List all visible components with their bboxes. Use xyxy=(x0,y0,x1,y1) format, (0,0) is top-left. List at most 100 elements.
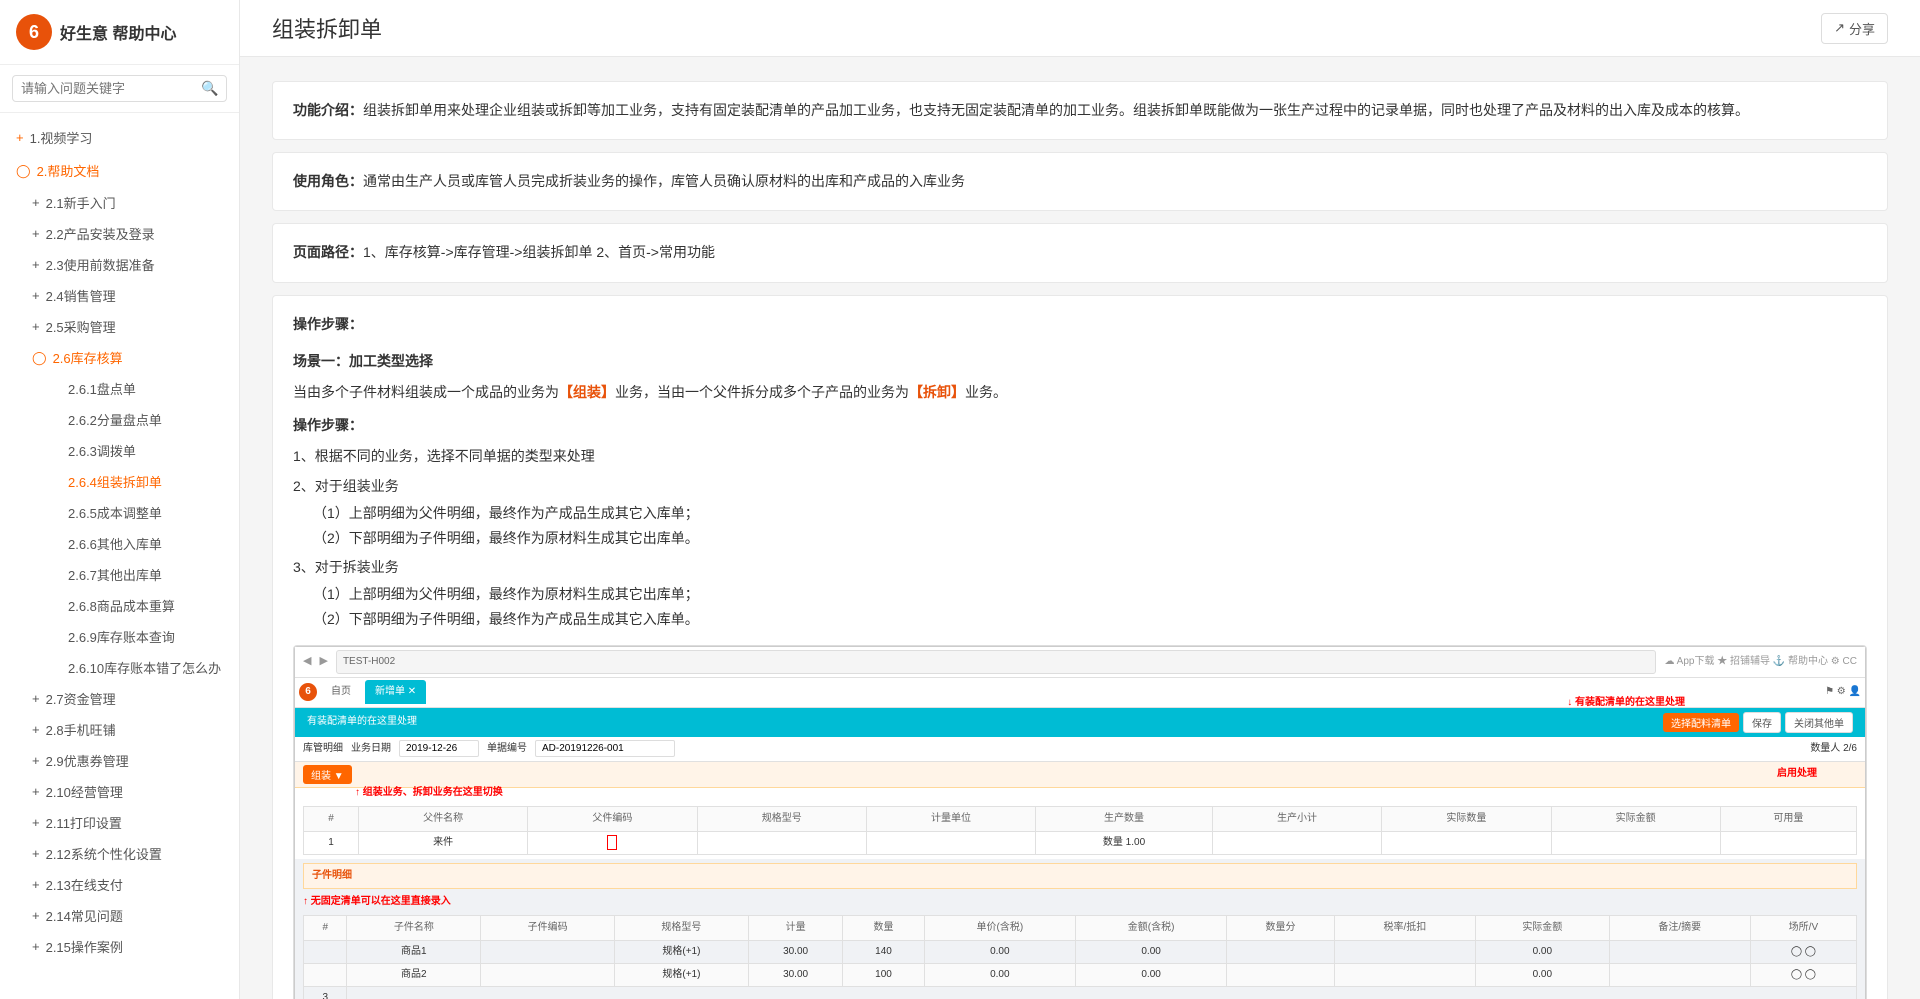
lower-section-header: 子件明细 xyxy=(303,863,1857,889)
sidebar-item-2-11[interactable]: + 2.11打印设置 xyxy=(16,807,239,838)
cell-spec xyxy=(697,831,866,854)
nav-sub-group-2: + 2.1新手入门 + 2.2产品安装及登录 + 2.3使用前数据准备 + 2.… xyxy=(0,187,239,962)
plus-icon-2-12: + xyxy=(32,846,40,861)
share-button[interactable]: ↗ 分享 xyxy=(1821,13,1888,44)
search-box: 🔍 xyxy=(12,75,227,102)
form-row-1: 库管明细 业务日期 单据编号 数量人 2/6 xyxy=(295,737,1865,762)
sidebar-item-2-6-6[interactable]: 2.6.6其他入库单 xyxy=(32,528,239,559)
col-unit: 计量单位 xyxy=(866,806,1035,831)
lr1-q2 xyxy=(1227,940,1335,963)
sidebar-item-2-4[interactable]: + 2.4销售管理 xyxy=(16,280,239,311)
tab-new[interactable]: 新增单 ✕ xyxy=(365,680,426,704)
path-label: 页面路径： xyxy=(293,244,363,260)
sidebar-item-2-6-7[interactable]: 2.6.7其他出库单 xyxy=(32,559,239,590)
cell-qty: 数量 1.00 xyxy=(1036,831,1213,854)
sidebar-item-2-15[interactable]: + 2.15操作案例 xyxy=(16,931,239,962)
lr2-spec: 规格(+1) xyxy=(615,963,749,986)
lr2-amt: 0.00 xyxy=(1075,963,1226,986)
intro-label: 功能介绍： xyxy=(293,102,363,118)
form-date-input[interactable] xyxy=(399,740,479,757)
sidebar-item-2-14[interactable]: + 2.14常见问题 xyxy=(16,900,239,931)
plus-icon-2-3: + xyxy=(32,257,40,272)
plus-icon-2-14: + xyxy=(32,908,40,923)
step3-sub: （1）上部明细为父件明细，最终作为原材料生成其它出库单； （2）下部明细为子件明… xyxy=(293,582,1867,632)
lr1-code xyxy=(481,940,615,963)
plus-icon-2-2: + xyxy=(32,226,40,241)
plus-icon-2-7: + xyxy=(32,691,40,706)
lcol-tax: 税率/抵扣 xyxy=(1334,915,1475,940)
minus-icon-2-6: ◯ xyxy=(32,350,47,366)
sidebar-item-2-6[interactable]: ◯ 2.6库存核算 xyxy=(16,342,239,373)
sidebar-item-2-6-3[interactable]: 2.6.3调拨单 xyxy=(32,435,239,466)
sidebar-item-2-5[interactable]: + 2.5采购管理 xyxy=(16,311,239,342)
sidebar-item-2-6-8[interactable]: 2.6.8商品成本重算 xyxy=(32,590,239,621)
select-material-btn[interactable]: 选择配料清单 xyxy=(1663,713,1739,732)
plus-icon-2-8: + xyxy=(32,722,40,737)
col-num: # xyxy=(304,806,359,831)
lr2-actual: 0.00 xyxy=(1475,963,1609,986)
table-row: 1 来件 数量 1.00 xyxy=(304,831,1857,854)
sidebar-item-2-6-1[interactable]: 2.6.1盘点单 xyxy=(32,373,239,404)
sidebar-item-2-6-9[interactable]: 2.6.9库存账本查询 xyxy=(32,621,239,652)
lower-table-wrapper: # 子件名称 子件编码 规格型号 计量 数量 单价(含税) 金额(含税) 数量分 xyxy=(295,915,1865,999)
form-order-label: 单据编号 xyxy=(487,740,527,758)
plus-icon: + xyxy=(16,130,24,145)
lr1-num xyxy=(304,940,347,963)
sidebar-item-2-12[interactable]: + 2.12系统个性化设置 xyxy=(16,838,239,869)
steps-card: 操作步骤： 场景一：加工类型选择 当由多个子件材料组装成一个成品的业务为【组装】… xyxy=(272,295,1888,999)
upper-table: # 父件名称 父件编码 规格型号 计量单位 生产数量 生产小计 实际数量 实际金… xyxy=(303,806,1857,855)
topbar: 组装拆卸单 ↗ 分享 xyxy=(240,0,1920,57)
lcol-name: 子件名称 xyxy=(347,915,481,940)
lcol-code: 子件编码 xyxy=(481,915,615,940)
subtype-btn[interactable]: 组装 ▼ xyxy=(303,765,352,784)
sidebar-item-2-2[interactable]: + 2.2产品安装及登录 xyxy=(16,218,239,249)
cell-name: 来件 xyxy=(358,831,527,854)
lower-row-2: 商品2 规格(+1) 30.00 100 0.00 0.00 xyxy=(304,963,1857,986)
lr1-name: 商品1 xyxy=(347,940,481,963)
lr2-code xyxy=(481,963,615,986)
close-other-btn[interactable]: 关闭其他单 xyxy=(1785,712,1853,733)
cell-code xyxy=(528,831,697,854)
sidebar-item-2-6-4[interactable]: 2.6.4组装拆卸单 xyxy=(32,466,239,497)
search-input[interactable] xyxy=(21,81,197,96)
lr2-unit: 30.00 xyxy=(748,963,843,986)
lr2-qty: 100 xyxy=(843,963,924,986)
lr2-q2 xyxy=(1227,963,1335,986)
sidebar-item-2-3[interactable]: + 2.3使用前数据准备 xyxy=(16,249,239,280)
sidebar-item-2-8[interactable]: + 2.8手机旺铺 xyxy=(16,714,239,745)
upper-table-area: # 父件名称 父件编码 规格型号 计量单位 生产数量 生产小计 实际数量 实际金… xyxy=(295,788,1865,859)
back-icon: ◀ xyxy=(303,652,311,672)
sidebar-item-2-1[interactable]: + 2.1新手入门 xyxy=(16,187,239,218)
sidebar-item-1[interactable]: + 1.视频学习 xyxy=(0,121,239,154)
plus-icon-2-4: + xyxy=(32,288,40,303)
content-area: 功能介绍：组装拆卸单用来处理企业组装或拆卸等加工业务，支持有固定装配清单的产品加… xyxy=(240,57,1920,999)
path-text: 1、库存核算->库存管理->组装拆卸单 2、首页->常用功能 xyxy=(363,244,715,260)
step2-sub: （1）上部明细为父件明细，最终作为产成品生成其它入库单； （2）下部明细为子件明… xyxy=(293,501,1867,551)
form-order-input[interactable] xyxy=(535,740,675,757)
teal-banner-wrapper: 有装配清单的在这里处理 选择配料清单 保存 关闭其他单 ↓ 有装配清单的在这里处… xyxy=(295,708,1865,737)
col-avail: 可用量 xyxy=(1720,806,1856,831)
cell-unit xyxy=(866,831,1035,854)
sidebar-item-2[interactable]: ◯ 2.帮助文档 xyxy=(0,154,239,187)
lr1-amt: 0.00 xyxy=(1075,940,1226,963)
col-parent-code: 父件编码 xyxy=(528,806,697,831)
annotation-subtype: ↑ 组装业务、拆卸业务在这里切换 xyxy=(355,784,503,802)
lcol-qty: 数量 xyxy=(843,915,924,940)
screenshot-container: ◀ ▶ TEST-H002 ☁ App下载 ★ 招铺辅导 ⚓ 帮助中心 ⚙ CC… xyxy=(293,645,1867,999)
step2-sub-1: （1）上部明细为父件明细，最终作为产成品生成其它入库单； xyxy=(313,501,1867,526)
save-btn[interactable]: 保存 xyxy=(1743,712,1781,733)
lr1-tax xyxy=(1334,940,1475,963)
sidebar-item-2-6-10[interactable]: 2.6.10库存账本错了怎么办 xyxy=(32,652,239,683)
sidebar-item-2-13[interactable]: + 2.13在线支付 xyxy=(16,869,239,900)
sidebar-item-2-10[interactable]: + 2.10经营管理 xyxy=(16,776,239,807)
search-icon[interactable]: 🔍 xyxy=(201,80,218,97)
lr1-v: ◯ ◯ xyxy=(1750,940,1856,963)
sidebar-item-2-7[interactable]: + 2.7资金管理 xyxy=(16,683,239,714)
sidebar-item-2-9[interactable]: + 2.9优惠券管理 xyxy=(16,745,239,776)
tab-home[interactable]: 自页 xyxy=(321,680,361,704)
intro-text: 组装拆卸单用来处理企业组装或拆卸等加工业务，支持有固定装配清单的产品加工业务，也… xyxy=(363,102,1749,118)
lr1-unit: 30.00 xyxy=(748,940,843,963)
sidebar-item-2-6-5[interactable]: 2.6.5成本调整单 xyxy=(32,497,239,528)
sidebar-item-2-6-2[interactable]: 2.6.2分量盘点单 xyxy=(32,404,239,435)
plus-icon-2-5: + xyxy=(32,319,40,334)
